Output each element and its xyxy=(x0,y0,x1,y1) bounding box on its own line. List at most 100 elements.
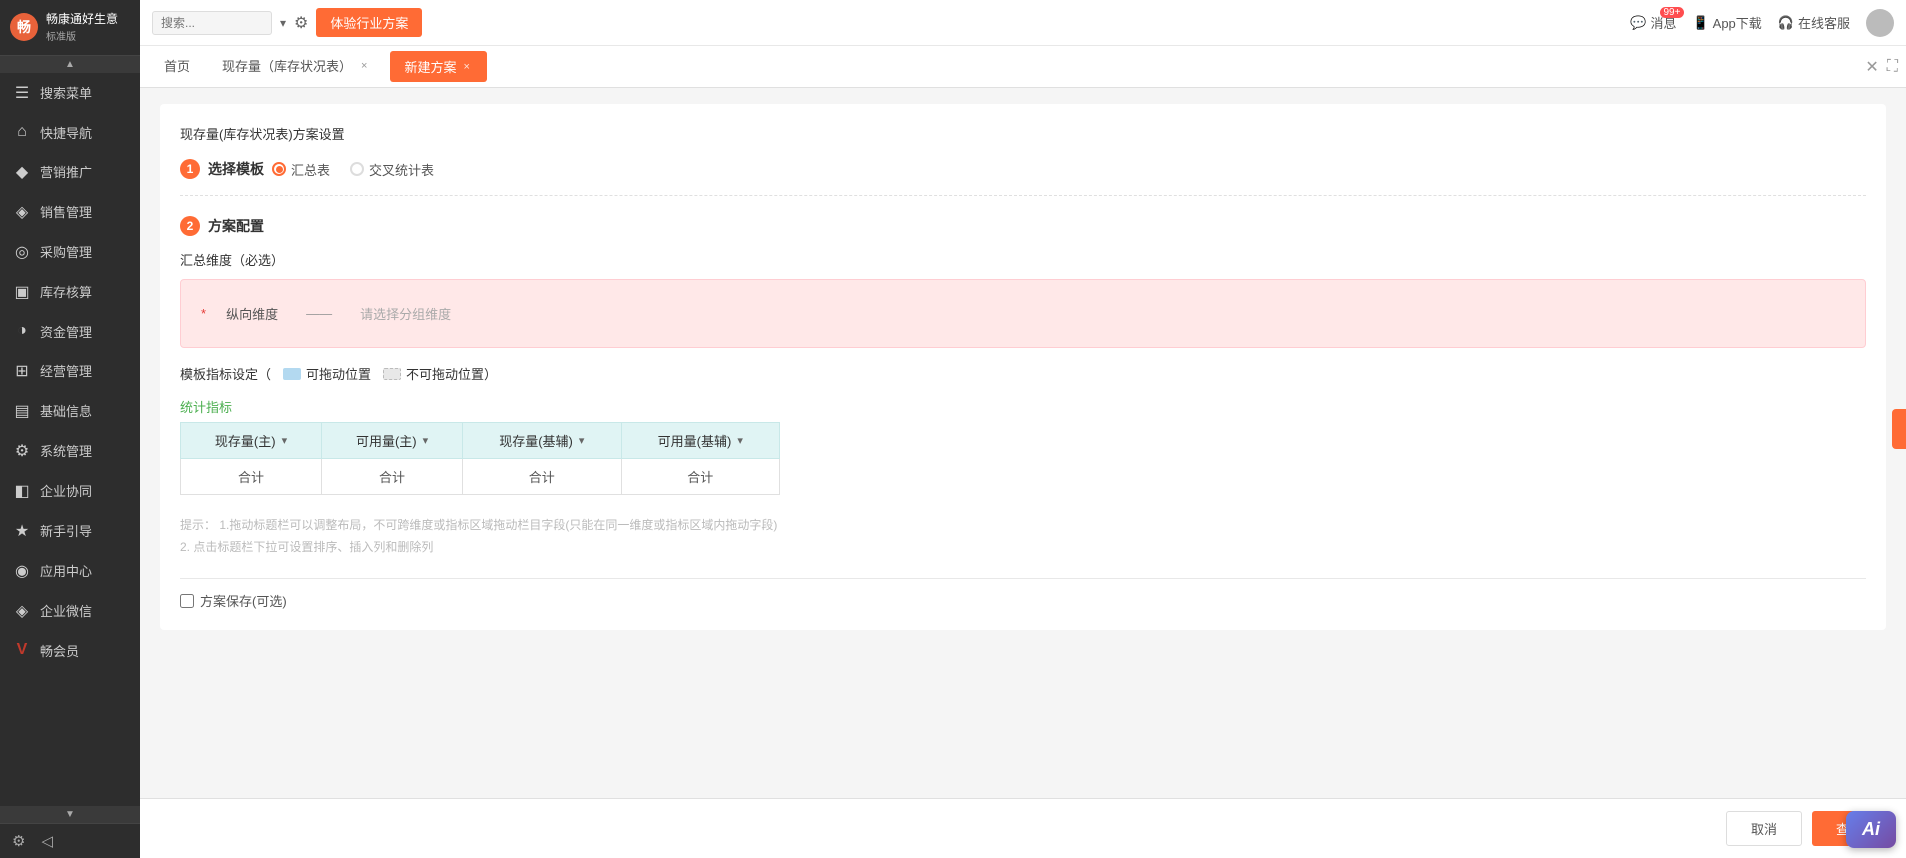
member-icon: V xyxy=(12,641,32,659)
radio-cross[interactable]: 交叉统计表 xyxy=(350,160,434,179)
draggable-box xyxy=(283,368,301,380)
sidebar-item-quicknav[interactable]: ⌂ 快捷导航 xyxy=(0,113,140,152)
service-label: 在线客服 xyxy=(1798,13,1850,32)
col-header-4[interactable]: 可用量(基辅) ▾ xyxy=(621,423,779,459)
col-header-2[interactable]: 可用量(主) ▾ xyxy=(322,423,463,459)
app-logo: 畅 畅康通好生意 标准版 xyxy=(0,0,140,56)
template-indicator: 模板指标设定（ 可拖动位置 不可拖动位置） xyxy=(180,364,1866,383)
marketing-icon: ◆ xyxy=(12,162,32,182)
sidebar-item-label: 资金管理 xyxy=(40,322,92,341)
app-download-button[interactable]: 📱 App下载 xyxy=(1692,13,1761,32)
tab-home[interactable]: 首页 xyxy=(148,46,206,87)
sidebar: 畅 畅康通好生意 标准版 ▲ ☰ 搜索菜单 ⌂ 快捷导航 ◆ 营销推广 ◈ 销售… xyxy=(0,0,140,858)
save-checkbox[interactable] xyxy=(180,594,194,608)
tab-new-close[interactable]: × xyxy=(460,60,472,74)
col1-summary: 合计 xyxy=(181,459,322,495)
dimension-area[interactable]: * 纵向维度 —— 请选择分组维度 xyxy=(180,279,1866,348)
tip-line-2: 2. 点击标题栏下拉可设置排序、插入列和删除列 xyxy=(180,537,1866,559)
stats-section-label: 统计指标 xyxy=(180,397,1866,416)
col4-summary: 合计 xyxy=(621,459,779,495)
sidebar-item-label: 应用中心 xyxy=(40,561,92,580)
settings-bottom-icon[interactable]: ⚙ xyxy=(12,832,25,850)
tab-inventory-label: 现存量（库存状况表） xyxy=(222,56,352,75)
topbar-dropdown[interactable]: ▾ xyxy=(280,16,286,30)
step1-divider xyxy=(180,195,1866,196)
finance-icon: ◑ xyxy=(12,322,32,340)
sidebar-item-sales[interactable]: ◈ 销售管理 xyxy=(0,192,140,232)
radio-summary-circle xyxy=(272,162,286,176)
col3-summary: 合计 xyxy=(463,459,621,495)
sidebar-item-basic-info[interactable]: ▤ 基础信息 xyxy=(0,391,140,431)
search-input[interactable] xyxy=(152,11,272,35)
sidebar-item-label: 企业协同 xyxy=(40,481,92,500)
gear-icon[interactable]: ⚙ xyxy=(294,13,308,33)
dim-label: 纵向维度 xyxy=(226,304,278,323)
col4-dropdown-icon[interactable]: ▾ xyxy=(737,434,743,447)
sidebar-item-app-center[interactable]: ◉ 应用中心 xyxy=(0,551,140,591)
sidebar-item-marketing[interactable]: ◆ 营销推广 xyxy=(0,152,140,192)
radio-summary[interactable]: 汇总表 xyxy=(272,160,330,179)
step2-badge: 2 xyxy=(180,216,200,236)
sidebar-item-label: 采购管理 xyxy=(40,242,92,261)
dim-required-star: * xyxy=(201,306,206,321)
appcenter-icon: ◉ xyxy=(12,561,32,581)
sidebar-item-label: 基础信息 xyxy=(40,401,92,420)
non-draggable-box xyxy=(383,368,401,380)
tips-area: 提示： 1.拖动标题栏可以调整布局，不可跨维度或指标区域拖动栏目字段(只能在同一… xyxy=(180,515,1866,558)
step1-section: 1 选择模板 汇总表 交叉统计表 xyxy=(180,159,1866,196)
user-avatar[interactable] xyxy=(1866,9,1894,37)
inventory-icon: ▣ xyxy=(12,282,32,302)
sidebar-item-newbie[interactable]: ★ 新手引导 xyxy=(0,511,140,551)
sidebar-item-system[interactable]: ⚙ 系统管理 xyxy=(0,431,140,471)
step1-badge: 1 xyxy=(180,159,200,179)
message-badge: 99+ xyxy=(1660,7,1685,18)
logo-icon: 畅 xyxy=(10,13,38,41)
sidebar-scroll-up[interactable]: ▲ xyxy=(0,56,140,73)
sidebar-item-purchase[interactable]: ◎ 采购管理 xyxy=(0,232,140,272)
sidebar-item-finance[interactable]: ◑ 资金管理 xyxy=(0,312,140,351)
tab-close-all-icon[interactable]: ✕ xyxy=(1865,57,1878,77)
sales-icon: ◈ xyxy=(12,202,32,222)
col2-dropdown-icon[interactable]: ▾ xyxy=(423,434,429,447)
sidebar-item-member[interactable]: V 畅会员 xyxy=(0,631,140,670)
table-header-row: 现存量(主) ▾ 可用量(主) ▾ xyxy=(181,423,780,459)
col2-summary: 合计 xyxy=(322,459,463,495)
right-sidebar-handle[interactable] xyxy=(1892,409,1906,449)
tab-inventory-close[interactable]: × xyxy=(358,59,370,73)
settings-card: 现存量(库存状况表)方案设置 1 选择模板 汇总表 交叉统计表 xyxy=(160,104,1886,630)
tab-home-label: 首页 xyxy=(164,56,190,75)
tab-expand-icon[interactable]: ⛶ xyxy=(1887,58,1898,76)
system-icon: ⚙ xyxy=(12,441,32,461)
sidebar-item-label: 快捷导航 xyxy=(40,123,92,142)
cancel-button[interactable]: 取消 xyxy=(1726,811,1802,846)
col1-dropdown-icon[interactable]: ▾ xyxy=(282,434,288,447)
trial-button[interactable]: 体验行业方案 xyxy=(316,8,422,37)
col-header-3[interactable]: 现存量(基辅) ▾ xyxy=(463,423,621,459)
sidebar-item-search[interactable]: ☰ 搜索菜单 xyxy=(0,73,140,113)
tab-new-label: 新建方案 xyxy=(404,57,456,76)
wechat-icon: ◈ xyxy=(12,601,32,621)
step1-header: 1 选择模板 汇总表 交叉统计表 xyxy=(180,159,1866,179)
page-title: 现存量(库存状况表)方案设置 xyxy=(180,124,1866,143)
message-button[interactable]: 💬 消息 99+ xyxy=(1630,13,1676,32)
sidebar-scroll-down[interactable]: ▼ xyxy=(0,806,140,823)
online-service-button[interactable]: 🎧 在线客服 xyxy=(1778,13,1850,32)
scheme-table: 现存量(主) ▾ 可用量(主) ▾ xyxy=(180,422,780,495)
phone-icon: 📱 xyxy=(1692,15,1708,31)
sidebar-item-wechat[interactable]: ◈ 企业微信 xyxy=(0,591,140,631)
col3-dropdown-icon[interactable]: ▾ xyxy=(579,434,585,447)
collapse-icon[interactable]: ◁ xyxy=(41,832,53,850)
col-header-1[interactable]: 现存量(主) ▾ xyxy=(181,423,322,459)
step2-header: 2 方案配置 xyxy=(180,216,1866,236)
sidebar-item-enterprise[interactable]: ◧ 企业协同 xyxy=(0,471,140,511)
sidebar-item-inventory[interactable]: ▣ 库存核算 xyxy=(0,272,140,312)
template-indicator-label: 模板指标设定（ xyxy=(180,364,271,383)
sidebar-item-management[interactable]: ⊞ 经营管理 xyxy=(0,351,140,391)
tab-inventory-status[interactable]: 现存量（库存状况表） × xyxy=(206,46,386,87)
tip-line-1: 提示： 1.拖动标题栏可以调整布局，不可跨维度或指标区域拖动栏目字段(只能在同一… xyxy=(180,515,1866,537)
tab-new-scheme[interactable]: 新建方案 × xyxy=(390,51,486,82)
message-icon: 💬 xyxy=(1630,15,1646,31)
ai-float-button[interactable]: Ai xyxy=(1846,811,1896,848)
newbie-icon: ★ xyxy=(12,521,32,541)
basicinfo-icon: ▤ xyxy=(12,401,32,421)
